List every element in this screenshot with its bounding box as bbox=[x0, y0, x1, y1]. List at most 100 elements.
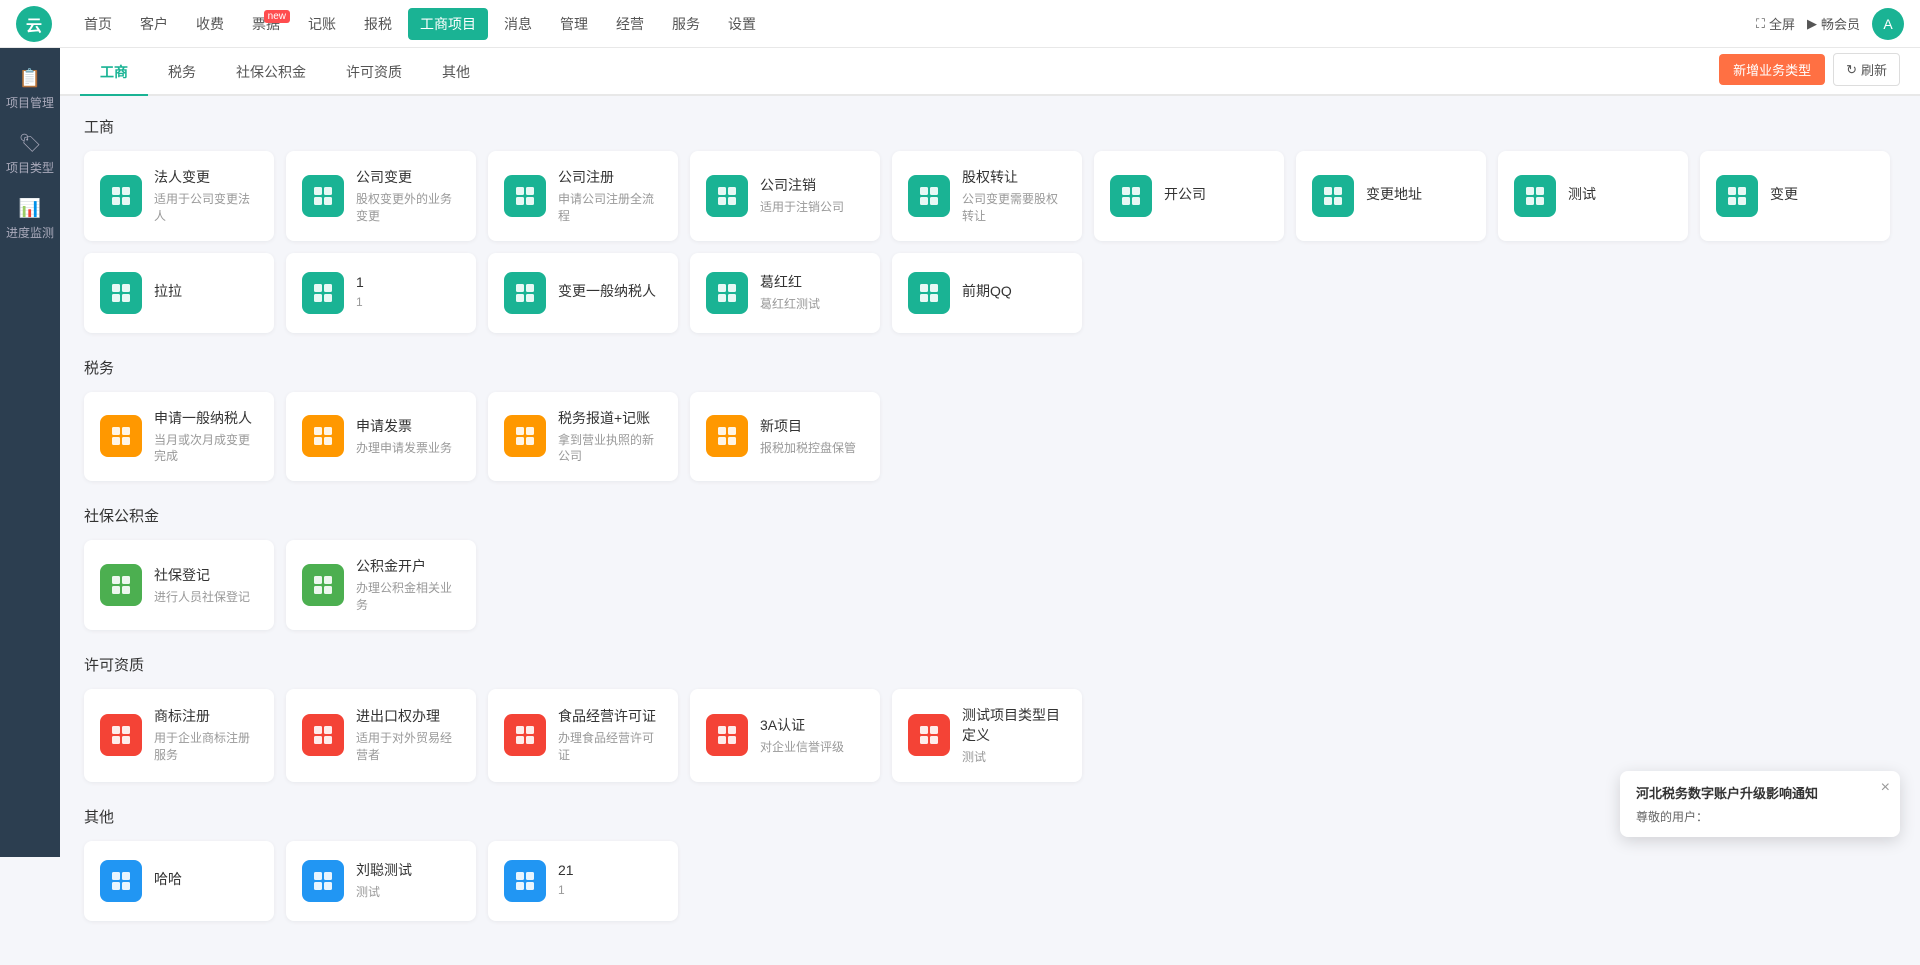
card-name: 社保登记 bbox=[154, 565, 258, 585]
nav-item-收费[interactable]: 收费 bbox=[184, 8, 236, 40]
nav-item-消息[interactable]: 消息 bbox=[492, 8, 544, 40]
nav-item-记账[interactable]: 记账 bbox=[296, 8, 348, 40]
card-3A认证[interactable]: 3A认证 对企业信誉评级 bbox=[690, 689, 880, 782]
card-info: 股权转让 公司变更需要股权转让 bbox=[962, 167, 1066, 225]
nav-item-经营[interactable]: 经营 bbox=[604, 8, 656, 40]
card-开公司[interactable]: 开公司 bbox=[1094, 151, 1284, 241]
sidebar-label: 项目类型 bbox=[6, 159, 54, 176]
tab-许可资质[interactable]: 许可资质 bbox=[326, 48, 422, 96]
card-desc: 适用于对外贸易经营者 bbox=[356, 730, 460, 764]
nav-item-首页[interactable]: 首页 bbox=[72, 8, 124, 40]
nav-item-工商项目[interactable]: 工商项目 bbox=[408, 8, 488, 40]
card-变更[interactable]: 变更 bbox=[1700, 151, 1890, 241]
nav-item-设置[interactable]: 设置 bbox=[716, 8, 768, 40]
card-desc: 测试 bbox=[962, 749, 1066, 766]
card-name: 1 bbox=[356, 274, 460, 290]
card-name: 申请发票 bbox=[356, 416, 460, 436]
card-desc: 办理食品经营许可证 bbox=[558, 730, 662, 764]
nav-item-客户[interactable]: 客户 bbox=[128, 8, 180, 40]
card-info: 食品经营许可证 办理食品经营许可证 bbox=[558, 706, 662, 764]
nav-item-报税[interactable]: 报税 bbox=[352, 8, 404, 40]
card-icon bbox=[302, 860, 344, 902]
card-icon bbox=[302, 272, 344, 314]
notification-close-button[interactable]: × bbox=[1881, 779, 1890, 797]
member-button[interactable]: ▶ 畅会员 bbox=[1807, 14, 1860, 33]
card-前期QQ[interactable]: 前期QQ bbox=[892, 253, 1082, 333]
tab-税务[interactable]: 税务 bbox=[148, 48, 216, 96]
card-name: 前期QQ bbox=[962, 281, 1066, 301]
card-desc: 当月或次月成变更完成 bbox=[154, 432, 258, 466]
card-变更一般纳税人[interactable]: 变更一般纳税人 bbox=[488, 253, 678, 333]
card-进出口权办理[interactable]: 进出口权办理 适用于对外贸易经营者 bbox=[286, 689, 476, 782]
card-info: 公司注册 申请公司注册全流程 bbox=[558, 167, 662, 225]
new-type-button[interactable]: 新增业务类型 bbox=[1719, 54, 1825, 85]
card-测试[interactable]: 测试 bbox=[1498, 151, 1688, 241]
card-name: 申请一般纳税人 bbox=[154, 408, 258, 428]
card-公积金开户[interactable]: 公积金开户 办理公积金相关业务 bbox=[286, 540, 476, 630]
tab-工商[interactable]: 工商 bbox=[80, 48, 148, 96]
card-name: 变更 bbox=[1770, 184, 1874, 204]
card-法人变更[interactable]: 法人变更 适用于公司变更法人 bbox=[84, 151, 274, 241]
card-商标注册[interactable]: 商标注册 用于企业商标注册服务 bbox=[84, 689, 274, 782]
cards-grid-xuke: 商标注册 用于企业商标注册服务 进出口权办理 适用于对外贸易经营者 bbox=[84, 689, 1896, 782]
card-info: 变更 bbox=[1770, 184, 1874, 208]
card-税务报道+记账[interactable]: 税务报道+记账 拿到营业执照的新公司 bbox=[488, 392, 678, 482]
card-info: 社保登记 进行人员社保登记 bbox=[154, 565, 258, 606]
refresh-button[interactable]: ↻ 刷新 bbox=[1833, 53, 1900, 86]
card-desc: 办理申请发票业务 bbox=[356, 440, 460, 457]
nav-item-管理[interactable]: 管理 bbox=[548, 8, 600, 40]
card-拉拉[interactable]: 拉拉 bbox=[84, 253, 274, 333]
notification-body: 尊敬的用户： bbox=[1636, 808, 1884, 825]
nav-item-票据[interactable]: 票据new bbox=[240, 8, 292, 40]
card-申请一般纳税人[interactable]: 申请一般纳税人 当月或次月成变更完成 bbox=[84, 392, 274, 482]
card-info: 测试 bbox=[1568, 184, 1672, 208]
sidebar-item-项目类型[interactable]: 🏷 项目类型 bbox=[0, 121, 60, 186]
card-icon bbox=[1110, 175, 1152, 217]
card-name: 测试 bbox=[1568, 184, 1672, 204]
card-info: 法人变更 适用于公司变更法人 bbox=[154, 167, 258, 225]
card-公司注册[interactable]: 公司注册 申请公司注册全流程 bbox=[488, 151, 678, 241]
card-info: 前期QQ bbox=[962, 281, 1066, 305]
sidebar-item-项目管理[interactable]: 📋 项目管理 bbox=[0, 56, 60, 121]
play-icon: ▶ bbox=[1807, 16, 1817, 32]
card-name: 商标注册 bbox=[154, 706, 258, 726]
card-desc: 用于企业商标注册服务 bbox=[154, 730, 258, 764]
card-name: 税务报道+记账 bbox=[558, 408, 662, 428]
sidebar-item-进度监测[interactable]: 📊 进度监测 bbox=[0, 186, 60, 251]
card-name: 食品经营许可证 bbox=[558, 706, 662, 726]
card-desc: 适用于公司变更法人 bbox=[154, 191, 258, 225]
card-公司变更[interactable]: 公司变更 股权变更外的业务变更 bbox=[286, 151, 476, 241]
card-变更地址[interactable]: 变更地址 bbox=[1296, 151, 1486, 241]
tabs-bar: 工商税务社保公积金许可资质其他 新增业务类型 ↻ 刷新 bbox=[60, 48, 1920, 96]
card-info: 开公司 bbox=[1164, 184, 1268, 208]
tab-其他[interactable]: 其他 bbox=[422, 48, 490, 96]
card-股权转让[interactable]: 股权转让 公司变更需要股权转让 bbox=[892, 151, 1082, 241]
sidebar-icon: 🏷 bbox=[18, 131, 42, 155]
card-社保登记[interactable]: 社保登记 进行人员社保登记 bbox=[84, 540, 274, 630]
card-desc: 对企业信誉评级 bbox=[760, 739, 864, 756]
nav-item-服务[interactable]: 服务 bbox=[660, 8, 712, 40]
card-公司注销[interactable]: 公司注销 适用于注销公司 bbox=[690, 151, 880, 241]
card-info: 拉拉 bbox=[154, 281, 258, 305]
card-name: 变更地址 bbox=[1366, 184, 1470, 204]
sidebar-icon: 📋 bbox=[18, 66, 42, 90]
card-info: 进出口权办理 适用于对外贸易经营者 bbox=[356, 706, 460, 764]
card-刘聪测试[interactable]: 刘聪测试 测试 bbox=[286, 841, 476, 921]
card-21[interactable]: 21 1 bbox=[488, 841, 678, 921]
card-测试项目类型目定义[interactable]: 测试项目类型目定义 测试 bbox=[892, 689, 1082, 782]
card-name: 哈哈 bbox=[154, 869, 258, 889]
card-食品经营许可证[interactable]: 食品经营许可证 办理食品经营许可证 bbox=[488, 689, 678, 782]
card-申请发票[interactable]: 申请发票 办理申请发票业务 bbox=[286, 392, 476, 482]
card-1[interactable]: 1 1 bbox=[286, 253, 476, 333]
sidebar-label: 进度监测 bbox=[6, 224, 54, 241]
card-icon bbox=[302, 175, 344, 217]
card-icon bbox=[908, 714, 950, 756]
card-新项目[interactable]: 新项目 报税加税控盘保管 bbox=[690, 392, 880, 482]
card-葛红红[interactable]: 葛红红 葛红红测试 bbox=[690, 253, 880, 333]
tab-社保公积金[interactable]: 社保公积金 bbox=[216, 48, 326, 96]
card-icon bbox=[908, 272, 950, 314]
card-哈哈[interactable]: 哈哈 bbox=[84, 841, 274, 921]
avatar[interactable]: A bbox=[1872, 8, 1904, 40]
card-info: 新项目 报税加税控盘保管 bbox=[760, 416, 864, 457]
fullscreen-button[interactable]: ⛶ 全屏 bbox=[1756, 14, 1795, 33]
